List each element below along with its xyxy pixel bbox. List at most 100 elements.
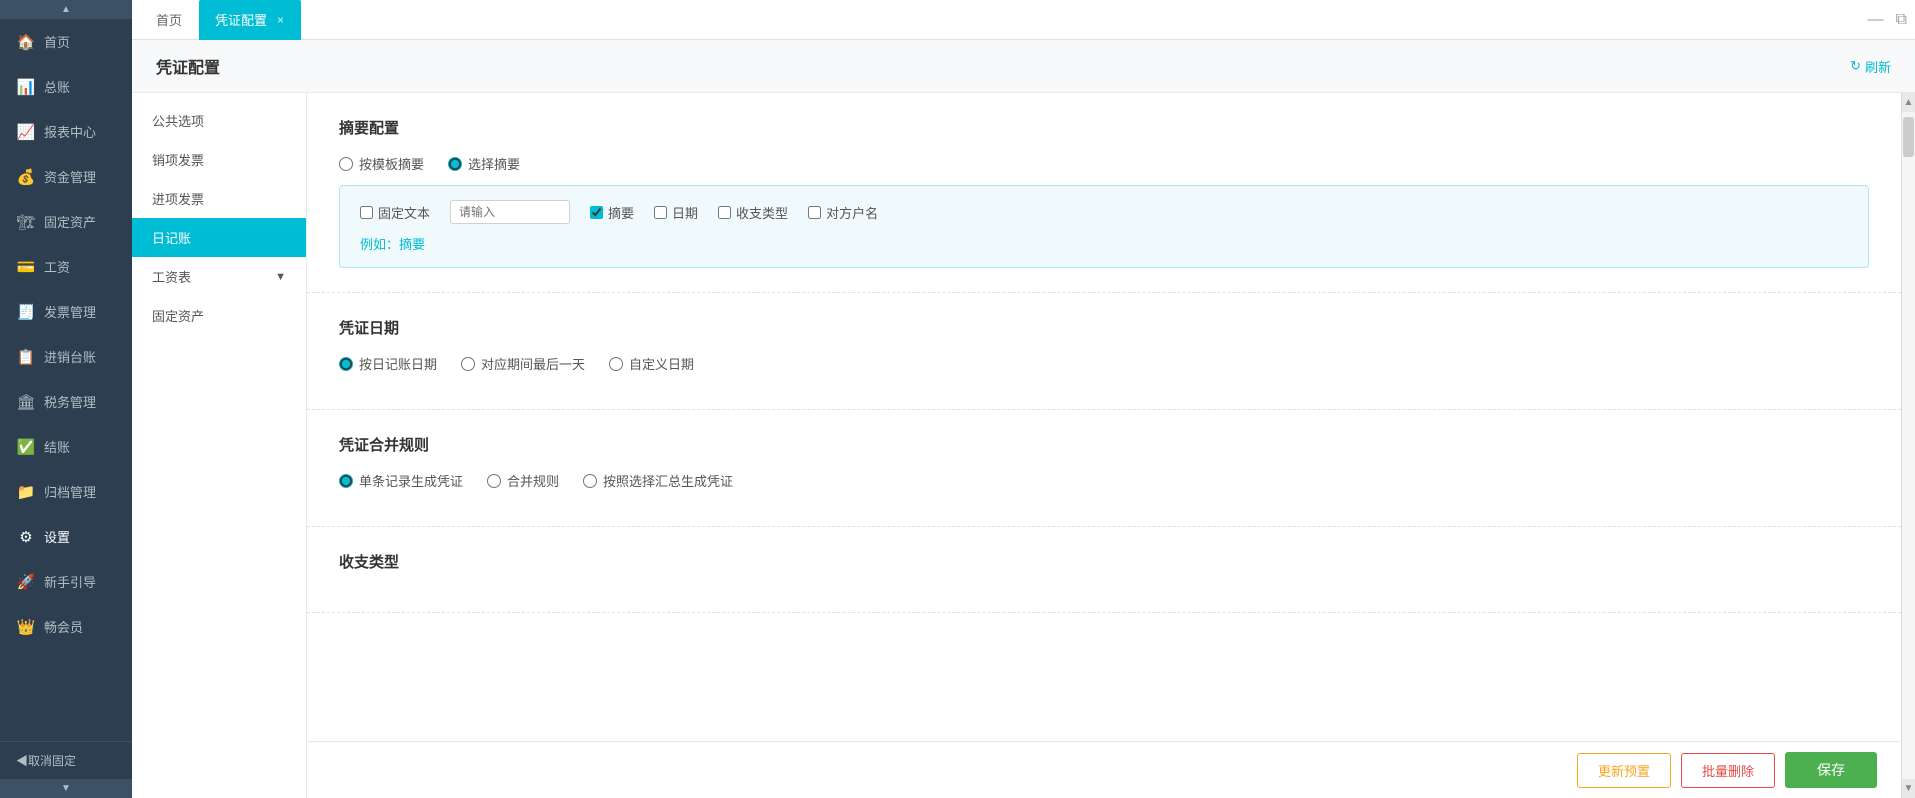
tab-home[interactable]: 首页 bbox=[140, 0, 199, 40]
sidebar-item-fund-management[interactable]: 💰资金管理 bbox=[0, 154, 132, 199]
voucher-merge-title: 凭证合并规则 bbox=[339, 434, 1869, 455]
sidebar-icon-payroll: 💳 bbox=[16, 258, 36, 276]
left-nav-item-public-options[interactable]: 公共选项 bbox=[132, 101, 306, 140]
radio-single-record[interactable]: 单条记录生成凭证 bbox=[339, 471, 463, 490]
sidebar-icon-new-guide: 🚀 bbox=[16, 573, 36, 591]
sidebar-icon-sales-ledger: 📋 bbox=[16, 348, 36, 366]
left-nav-item-purchase-invoice[interactable]: 进项发票 bbox=[132, 179, 306, 218]
check-income-expense-type[interactable]: 收支类型 bbox=[718, 203, 788, 222]
check-date-input[interactable] bbox=[654, 206, 667, 219]
radio-template-summary[interactable]: 按模板摘要 bbox=[339, 154, 424, 173]
scroll-up-button[interactable]: ▲ bbox=[1902, 93, 1915, 112]
radio-single-record-input[interactable] bbox=[339, 474, 353, 488]
sidebar-item-archive-management[interactable]: 📁归档管理 bbox=[0, 469, 132, 514]
example-text: 例如：摘要 bbox=[360, 234, 1848, 253]
radio-merge-rules-input[interactable] bbox=[487, 474, 501, 488]
sidebar-item-home[interactable]: 🏠首页 bbox=[0, 19, 132, 64]
sidebar-unpin-button[interactable]: ◀取消固定 bbox=[0, 741, 132, 779]
page-wrapper: 凭证配置 ↻ 刷新 公共选项销项发票进项发票日记账工资表▼固定资产 摘要配置 bbox=[132, 40, 1915, 798]
sidebar-item-invoice-management[interactable]: 🧾发票管理 bbox=[0, 289, 132, 334]
check-fixed-text[interactable]: 固定文本 bbox=[360, 203, 430, 222]
tab-voucher-config[interactable]: 凭证配置 × bbox=[199, 0, 301, 40]
radio-merge-rules[interactable]: 合并规则 bbox=[487, 471, 559, 490]
radio-template-summary-input[interactable] bbox=[339, 157, 353, 171]
summary-radio-group: 按模板摘要 选择摘要 bbox=[339, 154, 1869, 173]
sidebar-icon-settlement: ✅ bbox=[16, 438, 36, 456]
sidebar: ▲ 🏠首页📊总账📈报表中心💰资金管理🏗固定资产💳工资🧾发票管理📋进销台账🏛税务管… bbox=[0, 0, 132, 798]
section-income-expense: 收支类型 bbox=[307, 527, 1901, 613]
minimize-button[interactable]: — bbox=[1868, 11, 1884, 29]
sidebar-item-settlement[interactable]: ✅结账 bbox=[0, 424, 132, 469]
voucher-date-title: 凭证日期 bbox=[339, 317, 1869, 338]
scroll-track bbox=[1902, 112, 1915, 779]
sidebar-item-payroll[interactable]: 💳工资 bbox=[0, 244, 132, 289]
section-voucher-date: 凭证日期 按日记账日期 对应期间最后一天 bbox=[307, 293, 1901, 410]
sidebar-icon-report-center: 📈 bbox=[16, 123, 36, 141]
section-voucher-merge: 凭证合并规则 单条记录生成凭证 合并规则 bbox=[307, 410, 1901, 527]
scroll-thumb[interactable] bbox=[1903, 117, 1914, 157]
radio-last-day[interactable]: 对应期间最后一天 bbox=[461, 354, 585, 373]
window-controls: — ⧉ bbox=[1868, 11, 1907, 29]
sidebar-item-report-center[interactable]: 📈报表中心 bbox=[0, 109, 132, 154]
voucher-merge-radio-group: 单条记录生成凭证 合并规则 按照选择汇总生成凭证 bbox=[339, 471, 1869, 490]
sidebar-icon-archive-management: 📁 bbox=[16, 483, 36, 501]
radio-select-summary-generate[interactable]: 按照选择汇总生成凭证 bbox=[583, 471, 733, 490]
right-scrollbar: ▲ ▼ bbox=[1901, 93, 1915, 798]
sidebar-item-tax-management[interactable]: 🏛税务管理 bbox=[0, 379, 132, 424]
summary-checks: 固定文本 摘要 日期 bbox=[360, 200, 1848, 224]
income-expense-title: 收支类型 bbox=[339, 551, 1869, 572]
sidebar-item-sales-ledger[interactable]: 📋进销台账 bbox=[0, 334, 132, 379]
sidebar-item-general-ledger[interactable]: 📊总账 bbox=[0, 64, 132, 109]
content-area: 摘要配置 按模板摘要 选择摘要 bbox=[307, 93, 1901, 798]
sidebar-item-new-guide[interactable]: 🚀新手引导 bbox=[0, 559, 132, 604]
sidebar-scroll-down[interactable]: ▼ bbox=[0, 779, 132, 798]
sidebar-icon-settings: ⚙ bbox=[16, 528, 36, 546]
check-fixed-text-input[interactable] bbox=[360, 206, 373, 219]
tab-bar: 首页 凭证配置 × — ⧉ bbox=[132, 0, 1915, 40]
check-date[interactable]: 日期 bbox=[654, 203, 698, 222]
summary-config-title: 摘要配置 bbox=[339, 117, 1869, 138]
radio-journal-date-input[interactable] bbox=[339, 357, 353, 371]
main-area: 首页 凭证配置 × — ⧉ 凭证配置 ↻ 刷新 公共选项销项发票进项发票日记账工… bbox=[132, 0, 1915, 798]
sidebar-icon-general-ledger: 📊 bbox=[16, 78, 36, 96]
sidebar-item-settings[interactable]: ⚙设置 bbox=[0, 514, 132, 559]
left-nav-item-journal[interactable]: 日记账 bbox=[132, 218, 306, 257]
left-nav-item-fixed-assets-nav[interactable]: 固定资产 bbox=[132, 296, 306, 335]
radio-select-summary[interactable]: 选择摘要 bbox=[448, 154, 520, 173]
sidebar-item-fixed-assets[interactable]: 🏗固定资产 bbox=[0, 199, 132, 244]
summary-box: 固定文本 摘要 日期 bbox=[339, 185, 1869, 268]
tab-close-icon[interactable]: × bbox=[277, 13, 284, 27]
fixed-text-input[interactable] bbox=[450, 200, 570, 224]
sidebar-icon-fixed-assets: 🏗 bbox=[16, 213, 36, 231]
radio-last-day-input[interactable] bbox=[461, 357, 475, 371]
check-counterparty-name-input[interactable] bbox=[808, 206, 821, 219]
maximize-button[interactable]: ⧉ bbox=[1896, 11, 1907, 29]
radio-select-summary-generate-input[interactable] bbox=[583, 474, 597, 488]
sidebar-icon-invoice-management: 🧾 bbox=[16, 303, 36, 321]
refresh-button[interactable]: ↻ 刷新 bbox=[1850, 57, 1891, 76]
radio-journal-date[interactable]: 按日记账日期 bbox=[339, 354, 437, 373]
section-summary-config: 摘要配置 按模板摘要 选择摘要 bbox=[307, 93, 1901, 293]
radio-select-summary-input[interactable] bbox=[448, 157, 462, 171]
page-body: 公共选项销项发票进项发票日记账工资表▼固定资产 摘要配置 按模板摘要 bbox=[132, 93, 1915, 798]
voucher-date-radio-group: 按日记账日期 对应期间最后一天 自定义日期 bbox=[339, 354, 1869, 373]
check-summary[interactable]: 摘要 bbox=[590, 203, 634, 222]
left-nav-item-sales-invoice[interactable]: 销项发票 bbox=[132, 140, 306, 179]
radio-custom-date[interactable]: 自定义日期 bbox=[609, 354, 694, 373]
chevron-down-icon: ▼ bbox=[275, 271, 286, 283]
update-preview-button[interactable]: 更新预置 bbox=[1577, 753, 1671, 788]
check-counterparty-name[interactable]: 对方户名 bbox=[808, 203, 878, 222]
check-income-expense-type-input[interactable] bbox=[718, 206, 731, 219]
save-button[interactable]: 保存 bbox=[1785, 752, 1877, 788]
sidebar-icon-member: 👑 bbox=[16, 618, 36, 636]
page-header: 凭证配置 ↻ 刷新 bbox=[132, 40, 1915, 93]
left-nav-item-payroll-table[interactable]: 工资表▼ bbox=[132, 257, 306, 296]
bottom-bar: 更新预置 批量删除 保存 bbox=[307, 741, 1901, 798]
radio-custom-date-input[interactable] bbox=[609, 357, 623, 371]
scroll-down-button[interactable]: ▼ bbox=[1902, 779, 1915, 798]
batch-delete-button[interactable]: 批量删除 bbox=[1681, 753, 1775, 788]
check-summary-input[interactable] bbox=[590, 206, 603, 219]
sidebar-item-member[interactable]: 👑畅会员 bbox=[0, 604, 132, 649]
sidebar-scroll-up[interactable]: ▲ bbox=[0, 0, 132, 19]
sidebar-icon-tax-management: 🏛 bbox=[16, 393, 36, 411]
